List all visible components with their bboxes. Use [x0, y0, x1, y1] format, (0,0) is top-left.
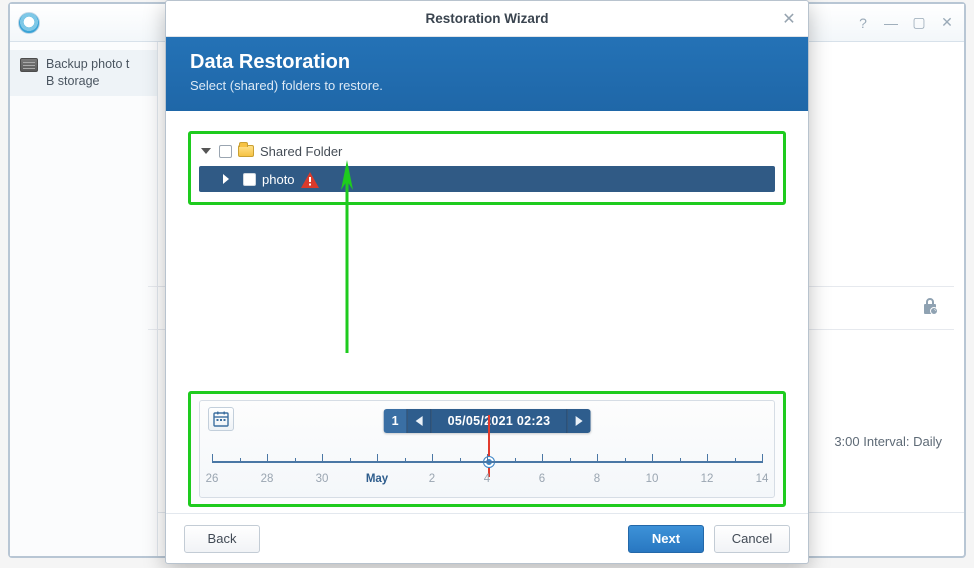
- chevron-left-icon: [416, 416, 423, 426]
- timeline-axis[interactable]: 262830May2468101214: [212, 451, 762, 471]
- tree-root-label: Shared Folder: [260, 144, 342, 159]
- photo-checkbox[interactable]: [243, 173, 256, 186]
- axis-label: 6: [539, 473, 545, 485]
- tree-item-photo[interactable]: photo: [199, 166, 775, 192]
- warning-icon: [301, 172, 317, 186]
- maximize-icon[interactable]: ▢: [910, 14, 928, 32]
- calendar-button[interactable]: [208, 407, 234, 431]
- next-snapshot-button[interactable]: [567, 409, 590, 433]
- axis-label: 2: [429, 473, 435, 485]
- bg-schedule-text: 3:00 Interval: Daily: [834, 434, 942, 449]
- help-icon[interactable]: ?: [854, 14, 872, 32]
- tree-root-row[interactable]: Shared Folder: [199, 140, 775, 162]
- root-checkbox[interactable]: [219, 145, 232, 158]
- axis-label: May: [366, 473, 388, 485]
- prev-snapshot-button[interactable]: [408, 409, 432, 433]
- server-icon: [20, 58, 38, 72]
- timeline-panel: 1 05/05/2021 02:23 262830May2468101214: [188, 391, 786, 507]
- axis-label: 30: [316, 473, 329, 485]
- dialog-subheading: Select (shared) folders to restore.: [190, 78, 784, 93]
- snapshot-selector: 1 05/05/2021 02:23: [384, 409, 591, 433]
- dialog-body: Shared Folder photo 1: [166, 111, 808, 513]
- bg-sidebar: Backup photo t B storage: [10, 42, 158, 556]
- axis-label: 14: [756, 473, 769, 485]
- axis-label: 10: [646, 473, 659, 485]
- snapshot-count: 1: [384, 409, 408, 433]
- app-icon: [18, 12, 40, 34]
- annotation-arrow: [332, 167, 362, 353]
- dialog-heading: Data Restoration: [190, 51, 784, 74]
- backup-task-item[interactable]: Backup photo t B storage: [10, 50, 157, 96]
- snapshot-datetime: 05/05/2021 02:23: [432, 409, 568, 433]
- dialog-title: Restoration Wizard: [426, 11, 549, 26]
- axis-label: 12: [701, 473, 714, 485]
- dialog-titlebar[interactable]: Restoration Wizard ✕: [166, 1, 808, 37]
- backup-task-label: Backup photo t B storage: [46, 56, 129, 90]
- axis-label: 8: [594, 473, 600, 485]
- back-button[interactable]: Back: [184, 525, 260, 553]
- next-button[interactable]: Next: [628, 525, 704, 553]
- restoration-wizard-dialog: Restoration Wizard ✕ Data Restoration Se…: [165, 0, 809, 564]
- cancel-button[interactable]: Cancel: [714, 525, 790, 553]
- axis-label: 28: [261, 473, 274, 485]
- dialog-header: Data Restoration Select (shared) folders…: [166, 37, 808, 111]
- folder-icon: [238, 145, 254, 157]
- close-icon[interactable]: ✕: [938, 14, 956, 32]
- lock-icon: [922, 297, 938, 320]
- chevron-right-icon[interactable]: [223, 174, 234, 184]
- tree-item-label: photo: [262, 172, 295, 187]
- dialog-close-icon[interactable]: ✕: [780, 10, 798, 28]
- minimize-icon[interactable]: —: [882, 14, 900, 32]
- dialog-footer: Back Next Cancel: [166, 513, 808, 563]
- folder-tree-panel: Shared Folder photo: [188, 131, 786, 205]
- chevron-right-icon: [575, 416, 582, 426]
- axis-label: 26: [206, 473, 219, 485]
- axis-label: 4: [484, 473, 490, 485]
- chevron-down-icon[interactable]: [201, 148, 211, 154]
